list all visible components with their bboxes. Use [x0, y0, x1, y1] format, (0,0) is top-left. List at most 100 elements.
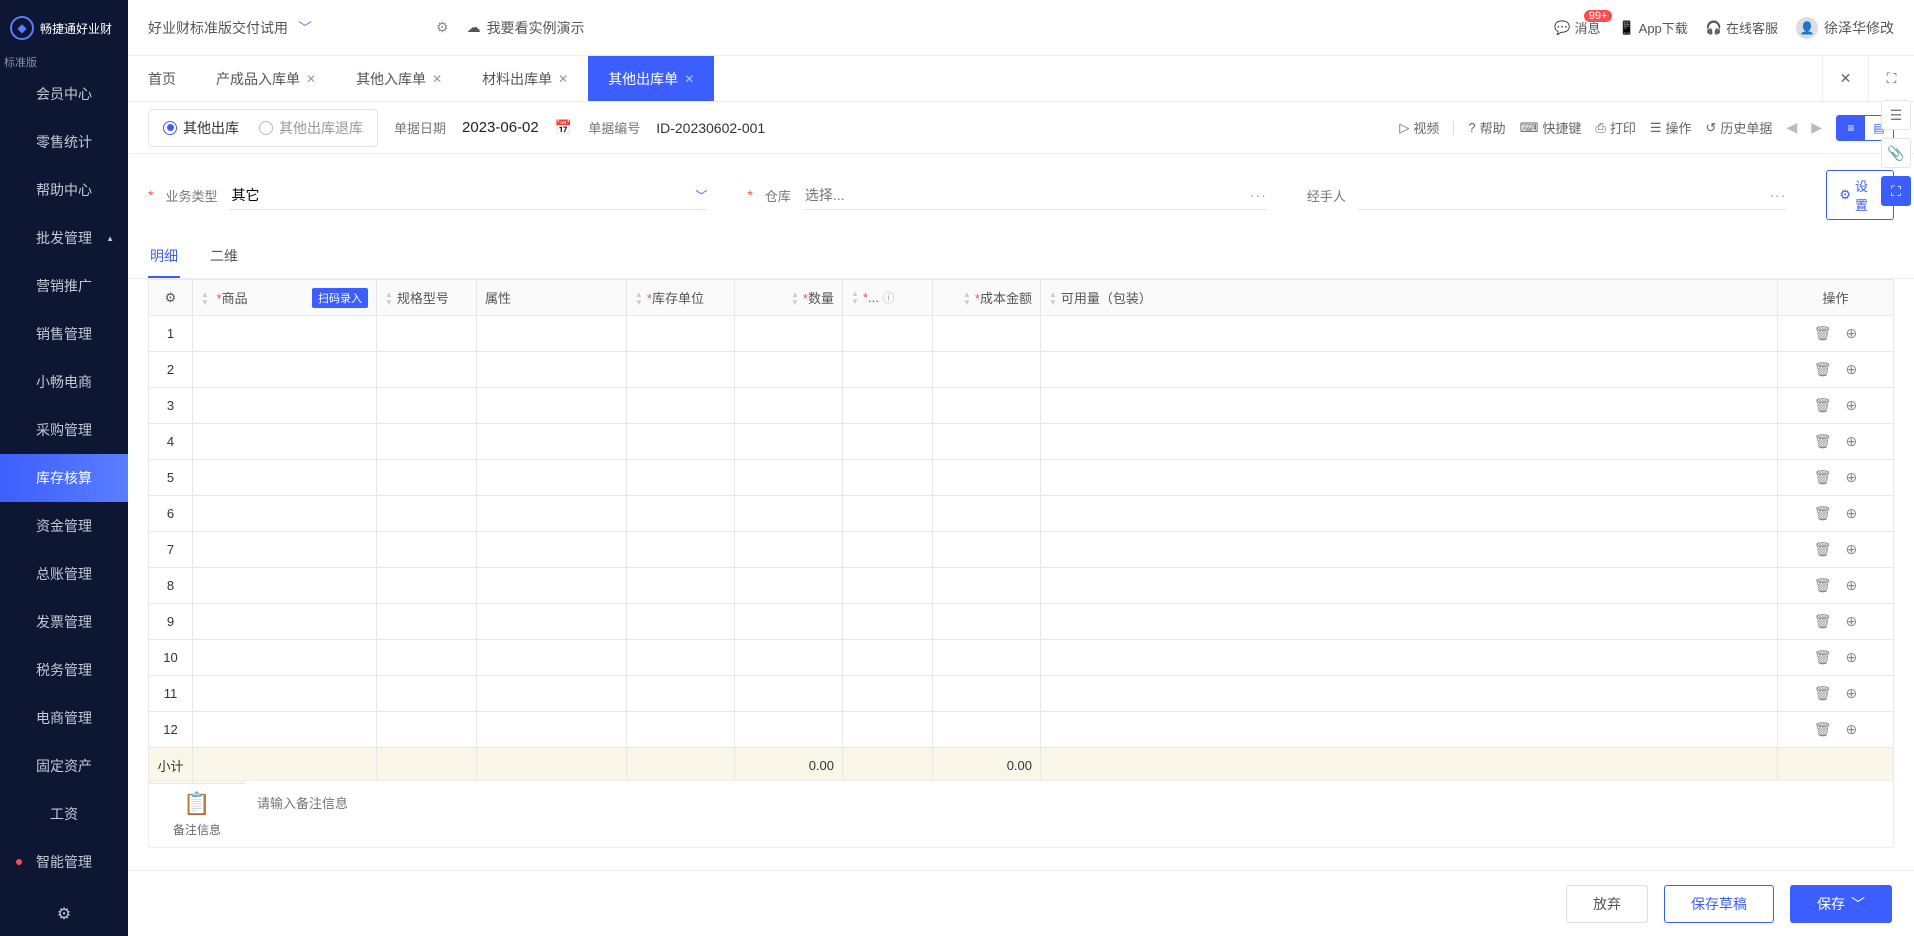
delete-icon[interactable]: 🗑	[1814, 721, 1832, 738]
demo-link[interactable]: ☁ 我要看实例演示	[467, 18, 585, 38]
radio-other-out-return[interactable]: 其他出库退库	[259, 118, 363, 138]
remark-input[interactable]	[245, 781, 1893, 847]
delete-icon[interactable]: 🗑	[1814, 613, 1832, 630]
sidebar-item[interactable]: 发票管理	[0, 598, 128, 646]
page-tab[interactable]: 首页	[128, 56, 196, 101]
add-icon[interactable]: ⊕	[1846, 505, 1858, 522]
sidebar-item[interactable]: 电商管理	[0, 694, 128, 742]
add-icon[interactable]: ⊕	[1846, 433, 1858, 450]
save-draft-button[interactable]: 保存草稿	[1664, 885, 1774, 923]
sidebar-item[interactable]: 营销推广	[0, 262, 128, 310]
add-icon[interactable]: ⊕	[1846, 721, 1858, 738]
rail-attach-button[interactable]: 📎	[1881, 138, 1911, 168]
sidebar-item[interactable]: 小畅电商	[0, 358, 128, 406]
env-selector[interactable]: 好业财标准版交付试用 ﹀	[148, 18, 418, 38]
close-icon[interactable]: ✕	[306, 72, 316, 86]
page-tab[interactable]: 其他出库单✕	[588, 56, 714, 101]
prev-icon[interactable]: ◀	[1786, 119, 1797, 136]
scan-button[interactable]: 扫码录入	[312, 288, 368, 308]
sidebar-item[interactable]: 销售管理	[0, 310, 128, 358]
sidebar-item[interactable]: 总账管理	[0, 550, 128, 598]
calendar-icon[interactable]: 📅	[555, 119, 572, 136]
sidebar-item[interactable]: 库存核算	[0, 454, 128, 502]
delete-icon[interactable]: 🗑	[1814, 577, 1832, 594]
table-row[interactable]: 7🗑⊕	[149, 532, 1894, 568]
next-icon[interactable]: ▶	[1811, 119, 1822, 136]
close-icon[interactable]: ✕	[432, 72, 442, 86]
page-tab[interactable]: 其他入库单✕	[336, 56, 462, 101]
fullscreen-button[interactable]: ⛶	[1868, 56, 1914, 101]
operate-link[interactable]: ☰操作	[1650, 118, 1692, 137]
more-icon[interactable]: ···	[1769, 187, 1786, 203]
subtab-2d[interactable]: 二维	[208, 236, 240, 278]
table-row[interactable]: 8🗑⊕	[149, 568, 1894, 604]
table-row[interactable]: 6🗑⊕	[149, 496, 1894, 532]
delete-icon[interactable]: 🗑	[1814, 649, 1832, 666]
close-icon[interactable]: ✕	[558, 72, 568, 86]
table-row[interactable]: 4🗑⊕	[149, 424, 1894, 460]
handler-input[interactable]	[1358, 181, 1786, 210]
delete-icon[interactable]: 🗑	[1814, 541, 1832, 558]
video-link[interactable]: ▷视频	[1399, 118, 1439, 137]
col-spec[interactable]: ▲▼规格型号	[377, 280, 477, 316]
sidebar-item[interactable]: 工资	[0, 790, 128, 838]
chevron-down-icon[interactable]: ﹀	[695, 187, 707, 204]
table-row[interactable]: 12🗑⊕	[149, 712, 1894, 748]
more-icon[interactable]: ···	[1250, 187, 1267, 203]
add-icon[interactable]: ⊕	[1846, 577, 1858, 594]
table-row[interactable]: 10🗑⊕	[149, 640, 1894, 676]
messages-button[interactable]: 💬 消息 99+	[1554, 18, 1600, 37]
date-value[interactable]: 2023-06-02	[462, 119, 539, 136]
appdownload-button[interactable]: 📱 App下载	[1618, 18, 1687, 37]
col-config[interactable]: ⚙	[149, 280, 193, 316]
sidebar-item[interactable]: 批发管理	[0, 214, 128, 262]
table-row[interactable]: 5🗑⊕	[149, 460, 1894, 496]
warehouse-input[interactable]	[803, 181, 1267, 210]
biztype-input[interactable]	[229, 181, 707, 210]
subtab-detail[interactable]: 明细	[148, 236, 180, 278]
table-row[interactable]: 2🗑⊕	[149, 352, 1894, 388]
page-tab[interactable]: 材料出库单✕	[462, 56, 588, 101]
col-amount[interactable]: ▲▼*成本金额	[933, 280, 1041, 316]
add-icon[interactable]: ⊕	[1846, 649, 1858, 666]
add-icon[interactable]: ⊕	[1846, 361, 1858, 378]
view-list-button[interactable]: ≡	[1837, 116, 1865, 140]
add-icon[interactable]: ⊕	[1846, 325, 1858, 342]
close-icon[interactable]: ✕	[684, 72, 694, 86]
sidebar-item[interactable]: 资金管理	[0, 502, 128, 550]
col-attr[interactable]: 属性	[477, 280, 627, 316]
add-icon[interactable]: ⊕	[1846, 469, 1858, 486]
sidebar-item[interactable]: 会员中心	[0, 70, 128, 118]
add-icon[interactable]: ⊕	[1846, 613, 1858, 630]
delete-icon[interactable]: 🗑	[1814, 397, 1832, 414]
radio-other-out[interactable]: 其他出库	[163, 118, 239, 138]
sidebar-item[interactable]: 固定资产	[0, 742, 128, 790]
delete-icon[interactable]: 🗑	[1814, 325, 1832, 342]
help-link[interactable]: ?帮助	[1468, 118, 1505, 137]
delete-icon[interactable]: 🗑	[1814, 361, 1832, 378]
service-button[interactable]: 🎧 在线客服	[1706, 18, 1778, 37]
sidebar-item[interactable]: 税务管理	[0, 646, 128, 694]
sidebar-item[interactable]: 采购管理	[0, 406, 128, 454]
rail-note-button[interactable]: ☰	[1881, 100, 1911, 130]
delete-icon[interactable]: 🗑	[1814, 469, 1832, 486]
delete-icon[interactable]: 🗑	[1814, 505, 1832, 522]
col-unit[interactable]: ▲▼*库存单位	[627, 280, 735, 316]
col-qty[interactable]: ▲▼*数量	[735, 280, 843, 316]
table-row[interactable]: 1🗑⊕	[149, 316, 1894, 352]
print-link[interactable]: ⎙打印	[1595, 118, 1635, 137]
discard-button[interactable]: 放弃	[1566, 885, 1648, 923]
sidebar-item[interactable]: 零售统计	[0, 118, 128, 166]
add-icon[interactable]: ⊕	[1846, 541, 1858, 558]
shortcut-link[interactable]: ⌨快捷键	[1520, 118, 1582, 137]
delete-icon[interactable]: 🗑	[1814, 433, 1832, 450]
col-price[interactable]: ▲▼*... ⓘ	[843, 280, 933, 316]
col-goods[interactable]: ▲▼ *商品 扫码录入	[193, 280, 377, 316]
history-link[interactable]: ↺历史单据	[1706, 118, 1773, 137]
table-row[interactable]: 9🗑⊕	[149, 604, 1894, 640]
add-icon[interactable]: ⊕	[1846, 685, 1858, 702]
col-avail[interactable]: ▲▼可用量（包装）	[1041, 280, 1778, 316]
info-icon[interactable]: ⓘ	[882, 291, 894, 305]
delete-icon[interactable]: 🗑	[1814, 685, 1832, 702]
sidebar-item[interactable]: 智能管理	[0, 838, 128, 886]
